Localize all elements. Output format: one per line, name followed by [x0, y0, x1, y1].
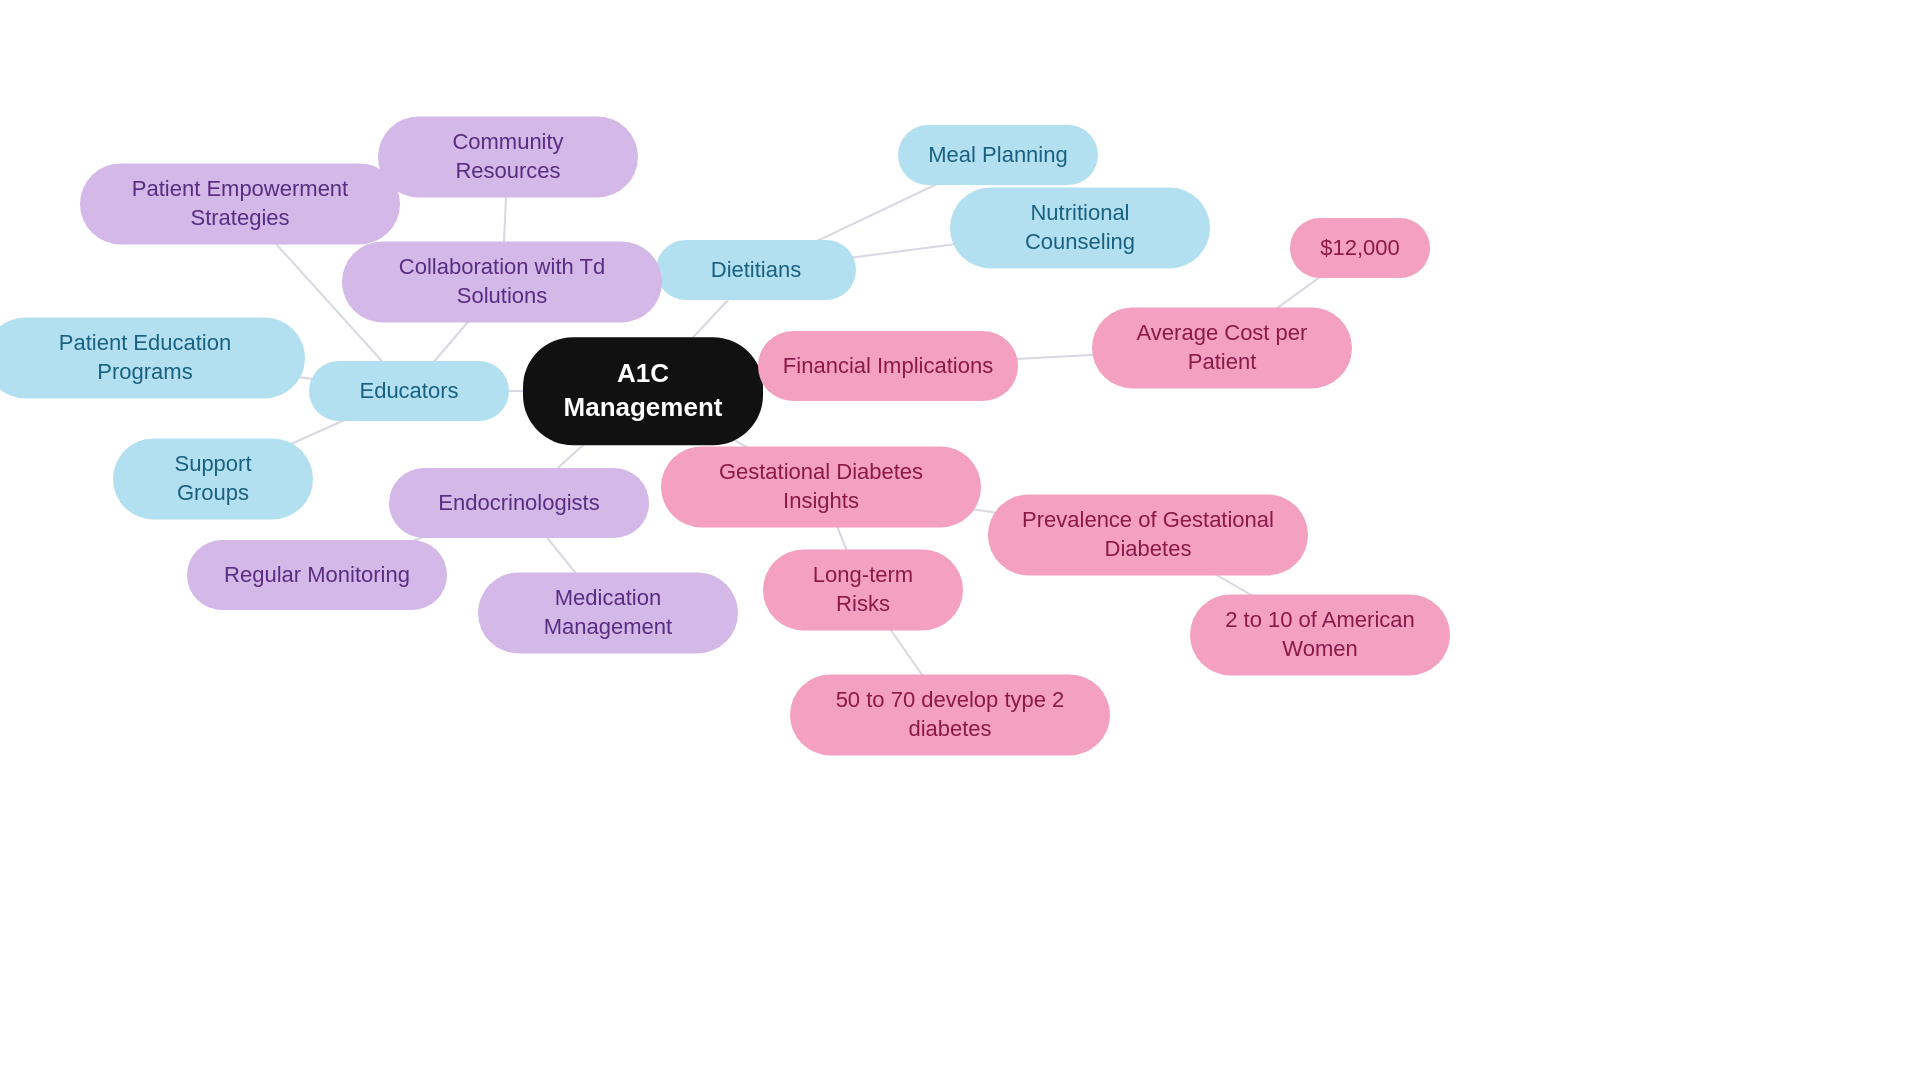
svg-line-2: [519, 391, 643, 503]
svg-line-5: [409, 282, 502, 391]
svg-line-10: [317, 503, 519, 575]
svg-line-7: [240, 204, 409, 391]
svg-line-17: [1148, 535, 1320, 635]
svg-line-3: [643, 366, 888, 391]
svg-line-9: [213, 391, 409, 479]
svg-line-4: [643, 391, 821, 487]
svg-line-16: [821, 487, 1148, 535]
svg-line-8: [145, 358, 409, 391]
svg-line-19: [863, 590, 950, 715]
svg-line-14: [888, 348, 1222, 366]
svg-line-1: [643, 270, 756, 391]
svg-line-13: [756, 228, 1080, 270]
svg-line-11: [519, 503, 608, 613]
svg-line-12: [756, 155, 998, 270]
svg-line-18: [821, 487, 863, 590]
svg-line-15: [1222, 248, 1360, 348]
svg-line-6: [502, 157, 508, 282]
mindmap-canvas: [0, 0, 1920, 1083]
